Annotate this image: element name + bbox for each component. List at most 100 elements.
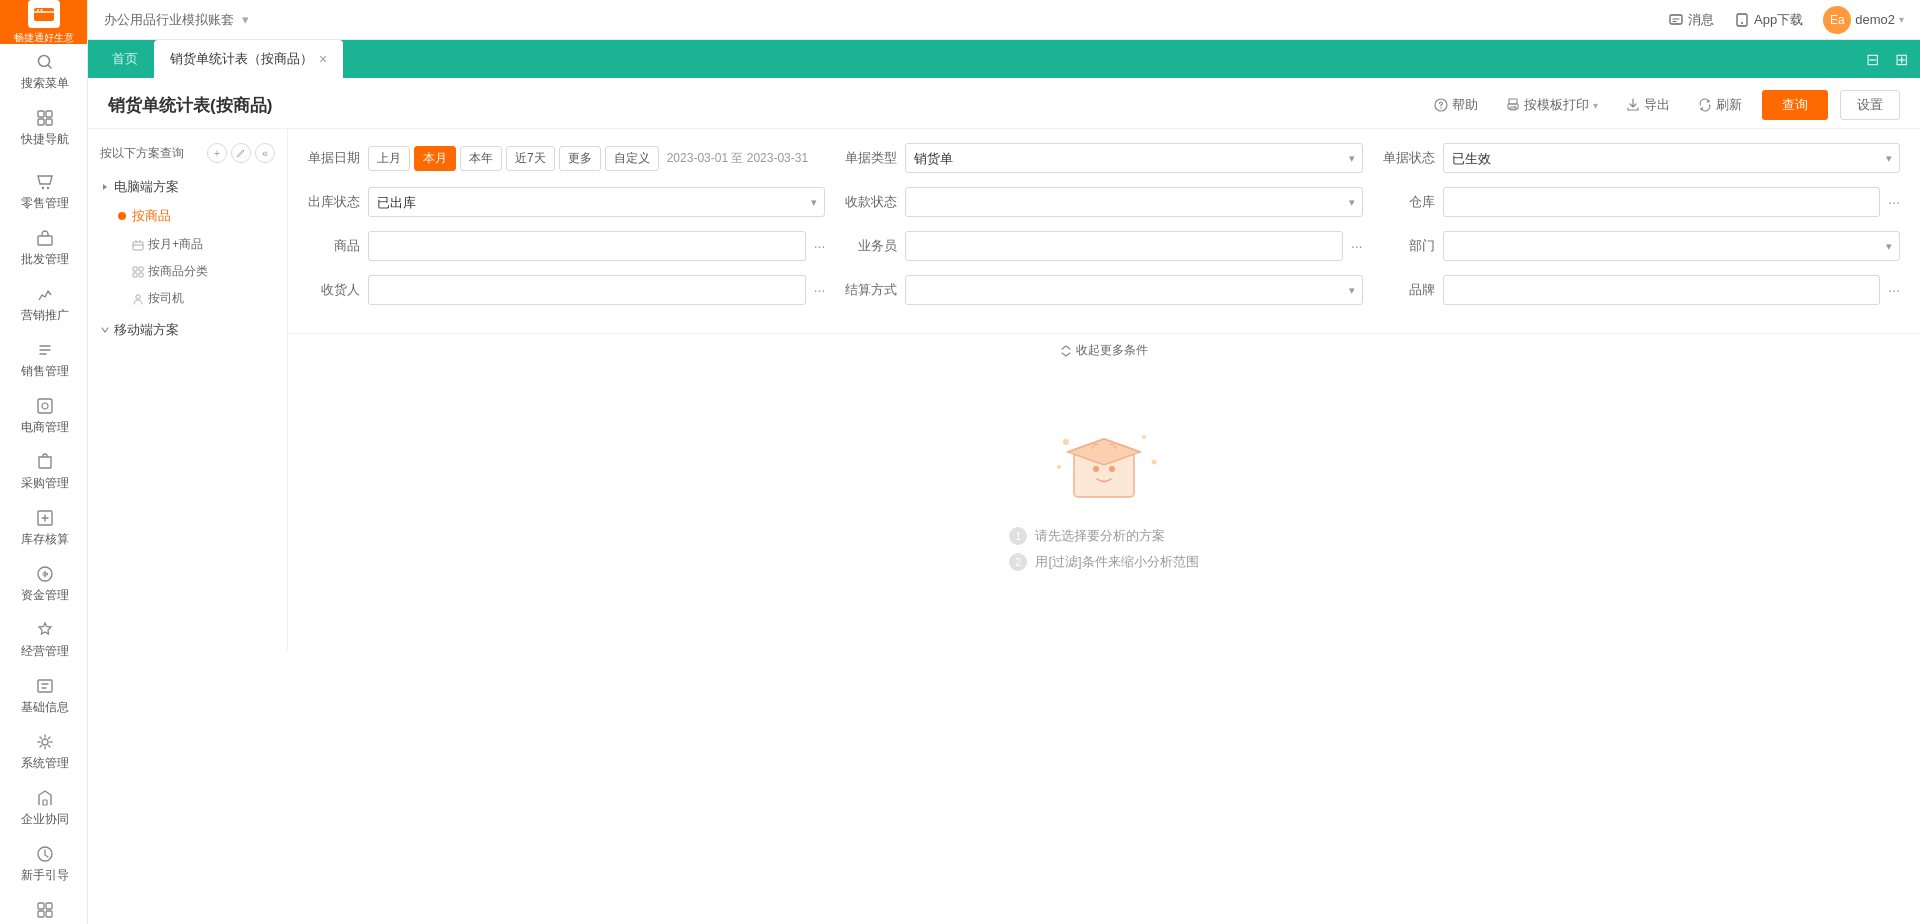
sidebar-sales-label: 销售管理 bbox=[21, 363, 69, 380]
scheme-subitem-month-goods[interactable]: 按月+商品 bbox=[88, 231, 287, 258]
filter-row-4: 收货人 ··· 结算方式 bbox=[308, 275, 1900, 305]
export-button[interactable]: 导出 bbox=[1618, 92, 1678, 118]
settlement-select[interactable] bbox=[905, 275, 1362, 305]
department-control: ▾ bbox=[1443, 231, 1900, 261]
print-dropdown-icon[interactable]: ▾ bbox=[1593, 100, 1598, 111]
help-label: 帮助 bbox=[1452, 96, 1478, 114]
export-label: 导出 bbox=[1644, 96, 1670, 114]
svg-rect-34 bbox=[133, 242, 143, 250]
brand-dots-button[interactable]: ··· bbox=[1888, 282, 1900, 298]
sidebar-item-sales[interactable]: 销售管理 bbox=[0, 332, 88, 388]
help-button[interactable]: 帮助 bbox=[1426, 92, 1486, 118]
refresh-label: 刷新 bbox=[1716, 96, 1742, 114]
sidebar-item-guide[interactable]: 新手引导 bbox=[0, 836, 88, 892]
receive-status-select[interactable] bbox=[905, 187, 1362, 217]
filter-section: 按以下方案查询 + « 电脑端方案 bbox=[88, 129, 1920, 651]
svg-rect-19 bbox=[38, 903, 44, 909]
goods-dots-button[interactable]: ··· bbox=[814, 238, 826, 254]
sidebar-item-quicknav[interactable]: 快捷导航 bbox=[0, 100, 88, 156]
date-btn-custom[interactable]: 自定义 bbox=[605, 146, 659, 171]
out-status-select[interactable]: 已出库 bbox=[368, 187, 825, 217]
scheme-item-by-goods[interactable]: 按商品 bbox=[88, 201, 287, 231]
svg-point-1 bbox=[37, 9, 39, 11]
sidebar-item-system[interactable]: 系统管理 bbox=[0, 724, 88, 780]
tab-home[interactable]: 首页 bbox=[96, 40, 154, 78]
message-button[interactable]: 消息 bbox=[1668, 11, 1714, 29]
date-btn-last-month[interactable]: 上月 bbox=[368, 146, 410, 171]
doc-type-label: 单据类型 bbox=[845, 149, 897, 167]
date-btn-more[interactable]: 更多 bbox=[559, 146, 601, 171]
date-btn-this-month[interactable]: 本月 bbox=[414, 146, 456, 171]
svg-rect-4 bbox=[38, 111, 44, 117]
date-btn-7days[interactable]: 近7天 bbox=[506, 146, 555, 171]
receiver-input[interactable] bbox=[368, 275, 806, 305]
svg-rect-26 bbox=[1737, 14, 1747, 26]
svg-point-9 bbox=[47, 187, 49, 189]
date-control: 上月 本月 本年 近7天 更多 自定义 2023-03-01 至 2023-03… bbox=[368, 146, 825, 171]
sidebar-enterprise-label: 企业协同 bbox=[21, 811, 69, 828]
sidebar-item-enterprise[interactable]: 企业协同 bbox=[0, 780, 88, 836]
scheme-subitem-category[interactable]: 按商品分类 bbox=[88, 258, 287, 285]
filter-field-date: 单据日期 上月 本月 本年 近7天 更多 自定义 2023-03-01 至 20… bbox=[308, 146, 825, 171]
sidebar-item-purchase[interactable]: 采购管理 bbox=[0, 444, 88, 500]
warehouse-input[interactable] bbox=[1443, 187, 1881, 217]
tab-close-icon[interactable]: × bbox=[319, 52, 327, 66]
sidebar-ecommerce-label: 电商管理 bbox=[21, 419, 69, 436]
query-button[interactable]: 查询 bbox=[1762, 90, 1828, 120]
doc-status-label: 单据状态 bbox=[1383, 149, 1435, 167]
sidebar-item-operations[interactable]: 经营管理 bbox=[0, 612, 88, 668]
empty-tips: 1 请先选择要分析的方案 2 用[过滤]条件来缩小分析范围 bbox=[1009, 527, 1198, 571]
warehouse-dots-button[interactable]: ··· bbox=[1888, 194, 1900, 210]
sidebar-item-retail[interactable]: 零售管理 bbox=[0, 164, 88, 220]
settings-button[interactable]: 设置 bbox=[1840, 90, 1900, 120]
svg-rect-17 bbox=[43, 800, 47, 805]
date-btn-this-year[interactable]: 本年 bbox=[460, 146, 502, 171]
print-label: 按模板打印 bbox=[1524, 96, 1589, 114]
workspace-dropdown-icon[interactable]: ▾ bbox=[242, 12, 249, 27]
receive-status-label: 收款状态 bbox=[845, 193, 897, 211]
sidebar-search-label: 搜索菜单 bbox=[21, 75, 69, 92]
svg-rect-37 bbox=[133, 273, 137, 277]
sidebar-item-apps[interactable]: 应用中心 bbox=[0, 892, 88, 924]
sidebar-item-wholesale[interactable]: 批发管理 bbox=[0, 220, 88, 276]
scheme-group-mobile-header[interactable]: 移动端方案 bbox=[88, 316, 287, 344]
sidebar-wholesale-label: 批发管理 bbox=[21, 251, 69, 268]
scheme-add-button[interactable]: + bbox=[207, 143, 227, 163]
sidebar-item-basics[interactable]: 基础信息 bbox=[0, 668, 88, 724]
tab-minimize-icon[interactable]: ⊟ bbox=[1862, 46, 1883, 73]
refresh-button[interactable]: 刷新 bbox=[1690, 92, 1750, 118]
doc-type-select[interactable]: 销货单 bbox=[905, 143, 1362, 173]
receiver-dots-button[interactable]: ··· bbox=[814, 282, 826, 298]
user-menu[interactable]: Ea demo2 ▾ bbox=[1823, 6, 1904, 34]
tab-sales-stats[interactable]: 销货单统计表（按商品） × bbox=[154, 40, 343, 78]
scheme-subitem-driver[interactable]: 按司机 bbox=[88, 285, 287, 312]
app-download-button[interactable]: App下载 bbox=[1734, 11, 1803, 29]
scheme-item-dot bbox=[118, 212, 126, 220]
svg-point-42 bbox=[1109, 466, 1115, 472]
scheme-group-desktop-header[interactable]: 电脑端方案 bbox=[88, 173, 287, 201]
print-button[interactable]: 按模板打印 ▾ bbox=[1498, 92, 1606, 118]
scheme-header-icons: + « bbox=[207, 143, 275, 163]
sidebar-basics-label: 基础信息 bbox=[21, 699, 69, 716]
sidebar-quicknav-label: 快捷导航 bbox=[21, 131, 69, 148]
goods-input[interactable] bbox=[368, 231, 806, 261]
sidebar-item-finance[interactable]: 资金管理 bbox=[0, 556, 88, 612]
department-select[interactable] bbox=[1443, 231, 1900, 261]
scheme-edit-button[interactable] bbox=[231, 143, 251, 163]
department-label: 部门 bbox=[1383, 237, 1435, 255]
sidebar-item-ecommerce[interactable]: 电商管理 bbox=[0, 388, 88, 444]
tip-text-2: 用[过滤]条件来缩小分析范围 bbox=[1035, 553, 1198, 571]
brand-input[interactable] bbox=[1443, 275, 1881, 305]
salesman-dots-button[interactable]: ··· bbox=[1351, 238, 1363, 254]
sidebar-item-search[interactable]: 搜索菜单 bbox=[0, 44, 88, 100]
salesman-label: 业务员 bbox=[845, 237, 897, 255]
scheme-collapse-button[interactable]: « bbox=[255, 143, 275, 163]
doc-status-select[interactable]: 已生效 bbox=[1443, 143, 1900, 173]
settlement-label: 结算方式 bbox=[845, 281, 897, 299]
sidebar-item-inventory[interactable]: 库存核算 bbox=[0, 500, 88, 556]
sidebar-item-marketing[interactable]: 营销推广 bbox=[0, 276, 88, 332]
tab-expand-icon[interactable]: ⊞ bbox=[1891, 46, 1912, 73]
filter-field-brand: 品牌 ··· bbox=[1383, 275, 1900, 305]
collapse-bar[interactable]: 收起更多条件 bbox=[288, 333, 1920, 367]
salesman-input[interactable] bbox=[905, 231, 1343, 261]
